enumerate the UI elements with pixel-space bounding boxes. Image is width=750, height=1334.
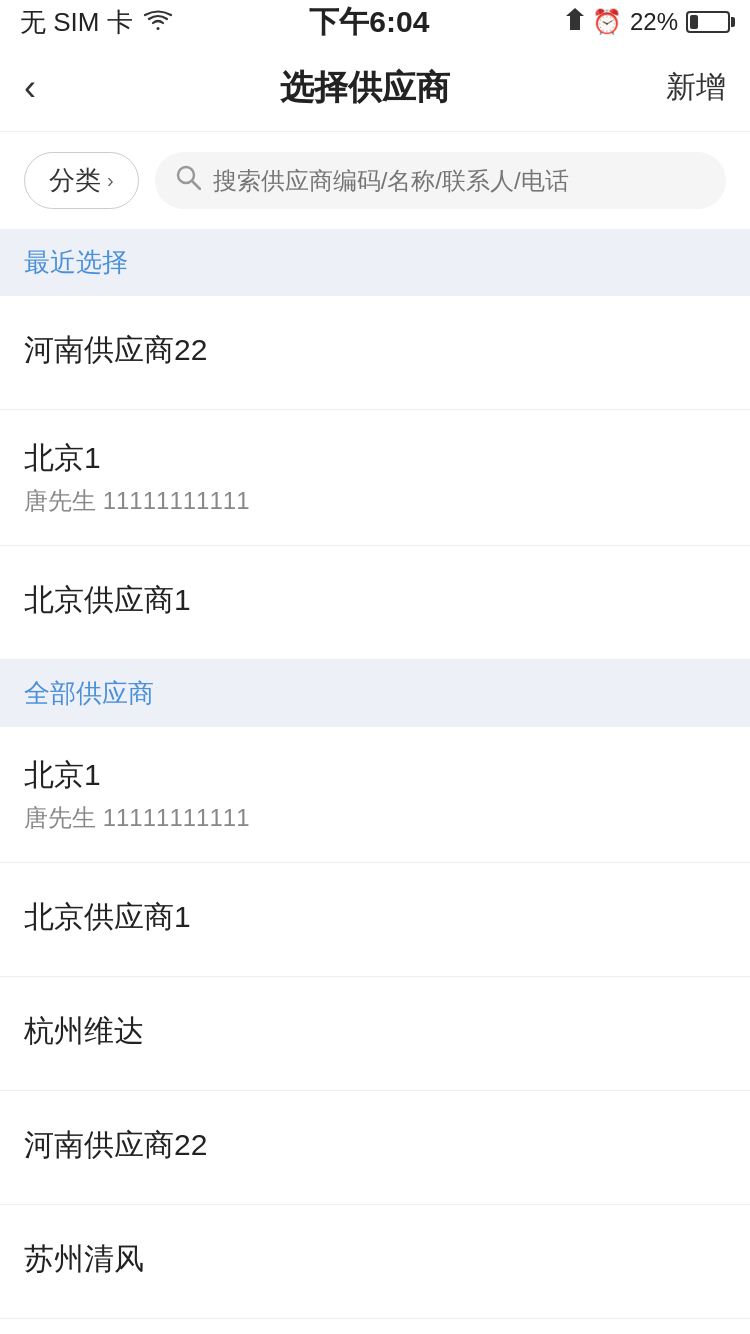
back-button[interactable]: ‹ bbox=[24, 67, 84, 109]
nav-bar: ‹ 选择供应商 新增 bbox=[0, 44, 750, 132]
item-sub: 唐先生 11111111111 bbox=[24, 802, 726, 834]
battery-percent: 22% bbox=[630, 8, 678, 36]
search-icon bbox=[175, 164, 201, 197]
svg-line-1 bbox=[192, 181, 200, 189]
list-item[interactable]: 河南供应商22 bbox=[0, 296, 750, 410]
list-item[interactable]: 苏州清风 bbox=[0, 1205, 750, 1319]
status-time: 下午6:04 bbox=[309, 2, 429, 43]
item-name: 杭州维达 bbox=[24, 1011, 726, 1052]
list-item[interactable]: 北京1 唐先生 11111111111 bbox=[0, 410, 750, 546]
page-title: 选择供应商 bbox=[280, 65, 450, 111]
list-item[interactable]: 河南供应商22 bbox=[0, 1091, 750, 1205]
list-item[interactable]: 北京1 唐先生 11111111111 bbox=[0, 727, 750, 863]
item-name: 苏州清风 bbox=[24, 1239, 726, 1280]
add-button[interactable]: 新增 bbox=[646, 67, 726, 108]
recent-section-header: 最近选择 bbox=[0, 229, 750, 296]
alarm-icon: ⏰ bbox=[592, 8, 622, 36]
item-name: 北京1 bbox=[24, 438, 726, 479]
list-item[interactable]: 杭州维达 bbox=[0, 977, 750, 1091]
status-right: ⏰ 22% bbox=[566, 8, 730, 36]
all-section-header: 全部供应商 bbox=[0, 660, 750, 727]
category-label: 分类 bbox=[49, 163, 101, 198]
category-button[interactable]: 分类 › bbox=[24, 152, 139, 209]
sim-label: 无 SIM 卡 bbox=[20, 5, 133, 40]
item-name: 北京供应商1 bbox=[24, 580, 726, 621]
item-name: 北京供应商1 bbox=[24, 897, 726, 938]
list-item[interactable]: 北京供应商1 bbox=[0, 863, 750, 977]
status-bar: 无 SIM 卡 下午6:04 ⏰ 22% bbox=[0, 0, 750, 44]
list-item[interactable]: 北京供应商1 bbox=[0, 546, 750, 660]
item-name: 河南供应商22 bbox=[24, 330, 726, 371]
status-left: 无 SIM 卡 bbox=[20, 5, 173, 40]
item-name: 河南供应商22 bbox=[24, 1125, 726, 1166]
search-box bbox=[155, 152, 726, 209]
filter-bar: 分类 › bbox=[0, 132, 750, 229]
search-input[interactable] bbox=[213, 167, 706, 195]
chevron-right-icon: › bbox=[107, 169, 114, 192]
recent-list: 河南供应商22 北京1 唐先生 11111111111 北京供应商1 bbox=[0, 296, 750, 660]
battery-icon bbox=[686, 11, 730, 33]
item-sub: 唐先生 11111111111 bbox=[24, 485, 726, 517]
wifi-icon bbox=[143, 7, 173, 38]
location-icon bbox=[566, 8, 584, 36]
item-name: 北京1 bbox=[24, 755, 726, 796]
all-list: 北京1 唐先生 11111111111 北京供应商1 杭州维达河南供应商22 苏州清风 bbox=[0, 727, 750, 1319]
